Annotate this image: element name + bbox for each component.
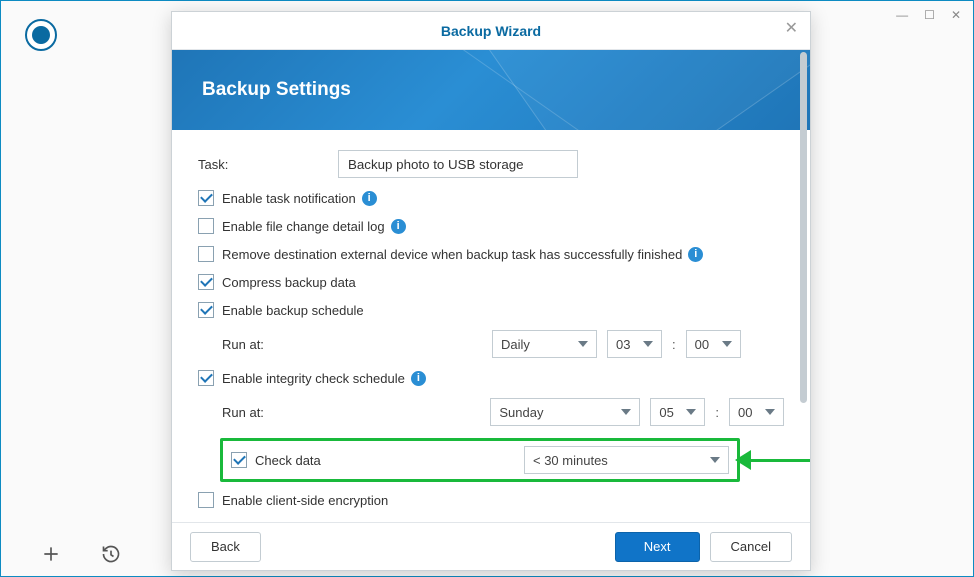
checkbox-encrypt-label: Enable client-side encryption bbox=[222, 493, 388, 508]
task-name-input[interactable] bbox=[338, 150, 578, 178]
wizard-dialog: Backup Wizard ✕ Backup Settings Task: En… bbox=[171, 11, 811, 571]
row-schedule: Enable backup schedule bbox=[198, 302, 784, 318]
caret-down-icon bbox=[710, 457, 720, 463]
history-icon[interactable] bbox=[101, 544, 121, 567]
checkbox-integrity[interactable] bbox=[198, 370, 214, 386]
task-label: Task: bbox=[198, 157, 338, 172]
caret-down-icon bbox=[621, 409, 631, 415]
checkbox-filelog-label: Enable file change detail log bbox=[222, 219, 385, 234]
checkbox-checkdata[interactable] bbox=[231, 452, 247, 468]
caret-down-icon bbox=[722, 341, 732, 347]
time-colon: : bbox=[715, 405, 719, 420]
select-checkdata-duration[interactable]: < 30 minutes bbox=[524, 446, 729, 474]
back-button[interactable]: Back bbox=[190, 532, 261, 562]
select-backup-frequency[interactable]: Daily bbox=[492, 330, 597, 358]
select-backup-min[interactable]: 00 bbox=[686, 330, 741, 358]
os-window-controls: — ☐ ✕ bbox=[896, 9, 961, 21]
arrow-head-icon bbox=[735, 450, 751, 470]
select-integrity-hour[interactable]: 05 bbox=[650, 398, 705, 426]
next-button[interactable]: Next bbox=[615, 532, 700, 562]
info-icon[interactable]: i bbox=[688, 247, 703, 262]
checkbox-notify-label: Enable task notification bbox=[222, 191, 356, 206]
select-value: Daily bbox=[501, 337, 530, 352]
app-logo-inner bbox=[32, 26, 50, 44]
app-logo bbox=[25, 19, 57, 51]
checkbox-schedule-label: Enable backup schedule bbox=[222, 303, 364, 318]
info-icon[interactable]: i bbox=[411, 371, 426, 386]
info-icon[interactable]: i bbox=[362, 191, 377, 206]
integrity-runat-row: Run at: Sunday 05 : 00 bbox=[198, 398, 784, 426]
backup-schedule-controls: Daily 03 : 00 bbox=[492, 330, 741, 358]
select-value: 03 bbox=[616, 337, 630, 352]
wizard-title: Backup Wizard bbox=[441, 23, 541, 39]
scrollbar-thumb[interactable] bbox=[800, 52, 807, 403]
select-value: 00 bbox=[695, 337, 709, 352]
checkbox-schedule[interactable] bbox=[198, 302, 214, 318]
checkbox-checkdata-label: Check data bbox=[255, 453, 321, 468]
checkdata-highlight: Check data < 30 minutes bbox=[220, 438, 740, 482]
checkbox-remove[interactable] bbox=[198, 246, 214, 262]
wizard-content: Task: Enable task notification i Enable … bbox=[172, 130, 810, 522]
checkbox-filelog[interactable] bbox=[198, 218, 214, 234]
scrollbar-track bbox=[800, 52, 807, 520]
row-compress: Compress backup data bbox=[198, 274, 784, 290]
row-remove: Remove destination external device when … bbox=[198, 246, 784, 262]
select-value: 05 bbox=[659, 405, 673, 420]
cancel-button[interactable]: Cancel bbox=[710, 532, 792, 562]
add-icon[interactable] bbox=[41, 544, 61, 567]
checkbox-notify[interactable] bbox=[198, 190, 214, 206]
time-colon: : bbox=[672, 337, 676, 352]
banner-title: Backup Settings bbox=[202, 79, 351, 101]
backup-runat-row: Run at: Daily 03 : 00 bbox=[198, 330, 784, 358]
checkbox-integrity-label: Enable integrity check schedule bbox=[222, 371, 405, 386]
row-notify: Enable task notification i bbox=[198, 190, 784, 206]
caret-down-icon bbox=[643, 341, 653, 347]
left-toolbar bbox=[1, 534, 161, 576]
caret-down-icon bbox=[686, 409, 696, 415]
select-integrity-min[interactable]: 00 bbox=[729, 398, 784, 426]
row-encrypt: Enable client-side encryption bbox=[198, 492, 784, 508]
select-value: < 30 minutes bbox=[533, 453, 608, 468]
caret-down-icon bbox=[578, 341, 588, 347]
checkbox-compress[interactable] bbox=[198, 274, 214, 290]
caret-down-icon bbox=[765, 409, 775, 415]
info-icon[interactable]: i bbox=[391, 219, 406, 234]
integrity-schedule-controls: Sunday 05 : 00 bbox=[490, 398, 784, 426]
checkbox-compress-label: Compress backup data bbox=[222, 275, 356, 290]
app-window: — ☐ ✕ Backup Wizard ✕ Backup Settings Ta… bbox=[0, 0, 974, 577]
wizard-close-icon[interactable]: ✕ bbox=[785, 21, 798, 37]
minimize-icon[interactable]: — bbox=[896, 9, 908, 21]
wizard-banner: Backup Settings bbox=[172, 50, 810, 130]
select-backup-hour[interactable]: 03 bbox=[607, 330, 662, 358]
checkbox-encrypt[interactable] bbox=[198, 492, 214, 508]
backup-runat-label: Run at: bbox=[222, 337, 492, 352]
row-integrity: Enable integrity check schedule i bbox=[198, 370, 784, 386]
checkbox-remove-label: Remove destination external device when … bbox=[222, 247, 682, 262]
task-row: Task: bbox=[198, 150, 784, 178]
select-value: Sunday bbox=[499, 405, 543, 420]
wizard-titlebar: Backup Wizard ✕ bbox=[172, 12, 810, 50]
close-icon[interactable]: ✕ bbox=[951, 9, 961, 21]
wizard-footer: Back Next Cancel bbox=[172, 522, 810, 570]
maximize-icon[interactable]: ☐ bbox=[924, 9, 935, 21]
integrity-runat-label: Run at: bbox=[222, 405, 490, 420]
select-integrity-day[interactable]: Sunday bbox=[490, 398, 640, 426]
row-filelog: Enable file change detail log i bbox=[198, 218, 784, 234]
select-value: 00 bbox=[738, 405, 752, 420]
